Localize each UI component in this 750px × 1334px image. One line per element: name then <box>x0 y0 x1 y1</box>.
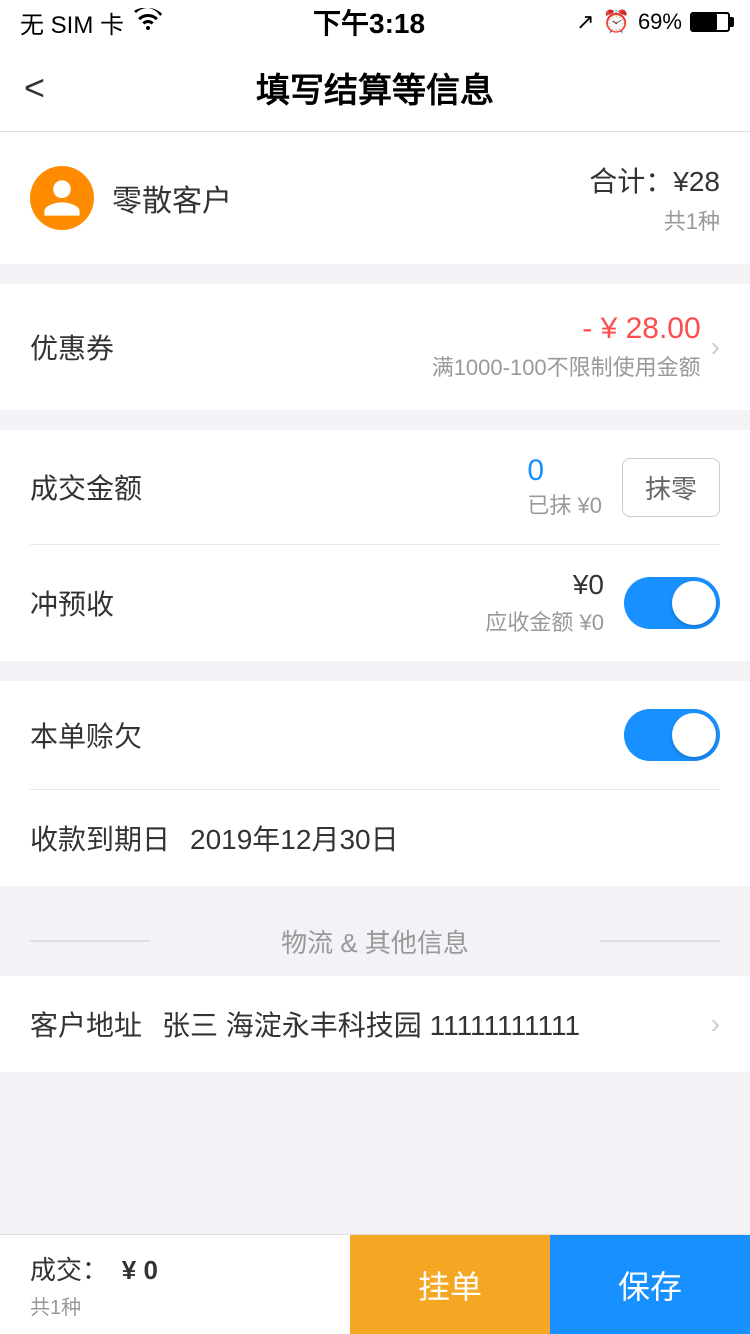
customer-card: 零散客户 合计：¥28 共1种 <box>0 132 750 264</box>
prepay-amount: ¥0 <box>485 569 604 601</box>
location-icon: ↗ <box>576 9 594 35</box>
credit-row: 本单赊欠 <box>0 681 750 789</box>
deal-label: 成交： <box>30 1255 108 1285</box>
coupon-label: 优惠券 <box>30 327 114 367</box>
coupon-description: 满1000-100不限制使用金额 <box>432 350 701 382</box>
prepay-values: ¥0 应收金额 ¥0 <box>485 569 604 637</box>
amount-values: 0 已抹 ¥0 <box>527 454 602 520</box>
prepay-right: ¥0 应收金额 ¥0 <box>485 569 720 637</box>
duedate-row: 收款到期日 2019年12月30日 <box>0 790 750 886</box>
coupon-discount: - ¥ 28.00 <box>432 312 701 346</box>
address-chevron-icon: › <box>711 1008 720 1040</box>
logistics-title: 物流 & 其他信息 <box>281 923 469 960</box>
sim-label: 无 SIM 卡 <box>20 5 124 40</box>
prepay-toggle[interactable] <box>624 577 720 629</box>
bottom-summary: 成交： ¥ 0 共1种 <box>0 1235 350 1334</box>
bottom-deal-row: 成交： ¥ 0 <box>30 1250 320 1287</box>
coupon-info: - ¥ 28.00 满1000-100不限制使用金额 <box>432 312 701 382</box>
page-title: 填写结算等信息 <box>256 63 494 112</box>
amount-deducted: 已抹 ¥0 <box>527 488 602 520</box>
coupon-right: - ¥ 28.00 满1000-100不限制使用金额 › <box>432 312 720 382</box>
deal-amount: ¥ 0 <box>122 1255 158 1285</box>
duedate-value: 2019年12月30日 <box>190 818 399 858</box>
prepay-receivable: 应收金额 ¥0 <box>485 605 604 637</box>
address-value: 张三 海淀永丰科技园 11111111111 <box>162 1004 711 1044</box>
status-left: 无 SIM 卡 <box>20 5 162 40</box>
status-right: ↗ ⏰ 69% <box>576 9 730 35</box>
round-button[interactable]: 抹零 <box>622 458 720 517</box>
customer-total: 合计：¥28 共1种 <box>589 160 720 236</box>
sep-4 <box>0 886 750 906</box>
customer-name: 零散客户 <box>112 176 232 220</box>
prepay-label: 冲预收 <box>30 583 114 623</box>
duedate-label: 收款到期日 <box>30 818 170 858</box>
bottom-count: 共1种 <box>30 1291 320 1320</box>
address-card: 客户地址 张三 海淀永丰科技园 11111111111 › <box>0 976 750 1072</box>
address-label: 客户地址 <box>30 1004 142 1044</box>
credit-label: 本单赊欠 <box>30 715 142 755</box>
amount-row: 成交金额 0 已抹 ¥0 抹零 <box>0 430 750 544</box>
back-button[interactable]: < <box>24 67 45 109</box>
toggle-knob <box>672 581 716 625</box>
credit-toggle[interactable] <box>624 709 720 761</box>
credit-toggle-knob <box>672 713 716 757</box>
sep-3 <box>0 661 750 681</box>
amount-value: 0 <box>527 454 602 488</box>
chevron-right-icon: › <box>711 331 720 363</box>
logistics-header: 物流 & 其他信息 <box>0 906 750 976</box>
nav-bar: < 填写结算等信息 <box>0 44 750 132</box>
total-count: 共1种 <box>589 204 720 236</box>
customer-info: 零散客户 <box>30 166 232 230</box>
coupon-card: 优惠券 - ¥ 28.00 满1000-100不限制使用金额 › <box>0 284 750 410</box>
coupon-row[interactable]: 优惠券 - ¥ 28.00 满1000-100不限制使用金额 › <box>0 284 750 410</box>
address-row[interactable]: 客户地址 张三 海淀永丰科技园 11111111111 › <box>0 976 750 1072</box>
transaction-card: 成交金额 0 已抹 ¥0 抹零 冲预收 ¥0 应收金额 ¥0 <box>0 430 750 661</box>
bottom-bar: 成交： ¥ 0 共1种 挂单 保存 <box>0 1234 750 1334</box>
total-amount: 合计：¥28 <box>589 160 720 200</box>
wifi-icon <box>134 8 162 37</box>
status-time: 下午3:18 <box>313 2 425 42</box>
battery-label: 69% <box>638 9 682 35</box>
amount-label: 成交金额 <box>30 467 142 507</box>
prepay-row: 冲预收 ¥0 应收金额 ¥0 <box>0 545 750 661</box>
hold-button[interactable]: 挂单 <box>350 1235 550 1334</box>
sep-2 <box>0 410 750 430</box>
customer-row: 零散客户 合计：¥28 共1种 <box>0 132 750 264</box>
avatar <box>30 166 94 230</box>
status-bar: 无 SIM 卡 下午3:18 ↗ ⏰ 69% <box>0 0 750 44</box>
battery-icon <box>690 12 730 32</box>
save-button[interactable]: 保存 <box>550 1235 750 1334</box>
amount-right: 0 已抹 ¥0 抹零 <box>527 454 720 520</box>
credit-card: 本单赊欠 收款到期日 2019年12月30日 <box>0 681 750 886</box>
alarm-icon: ⏰ <box>603 9 630 35</box>
sep-1 <box>0 264 750 284</box>
